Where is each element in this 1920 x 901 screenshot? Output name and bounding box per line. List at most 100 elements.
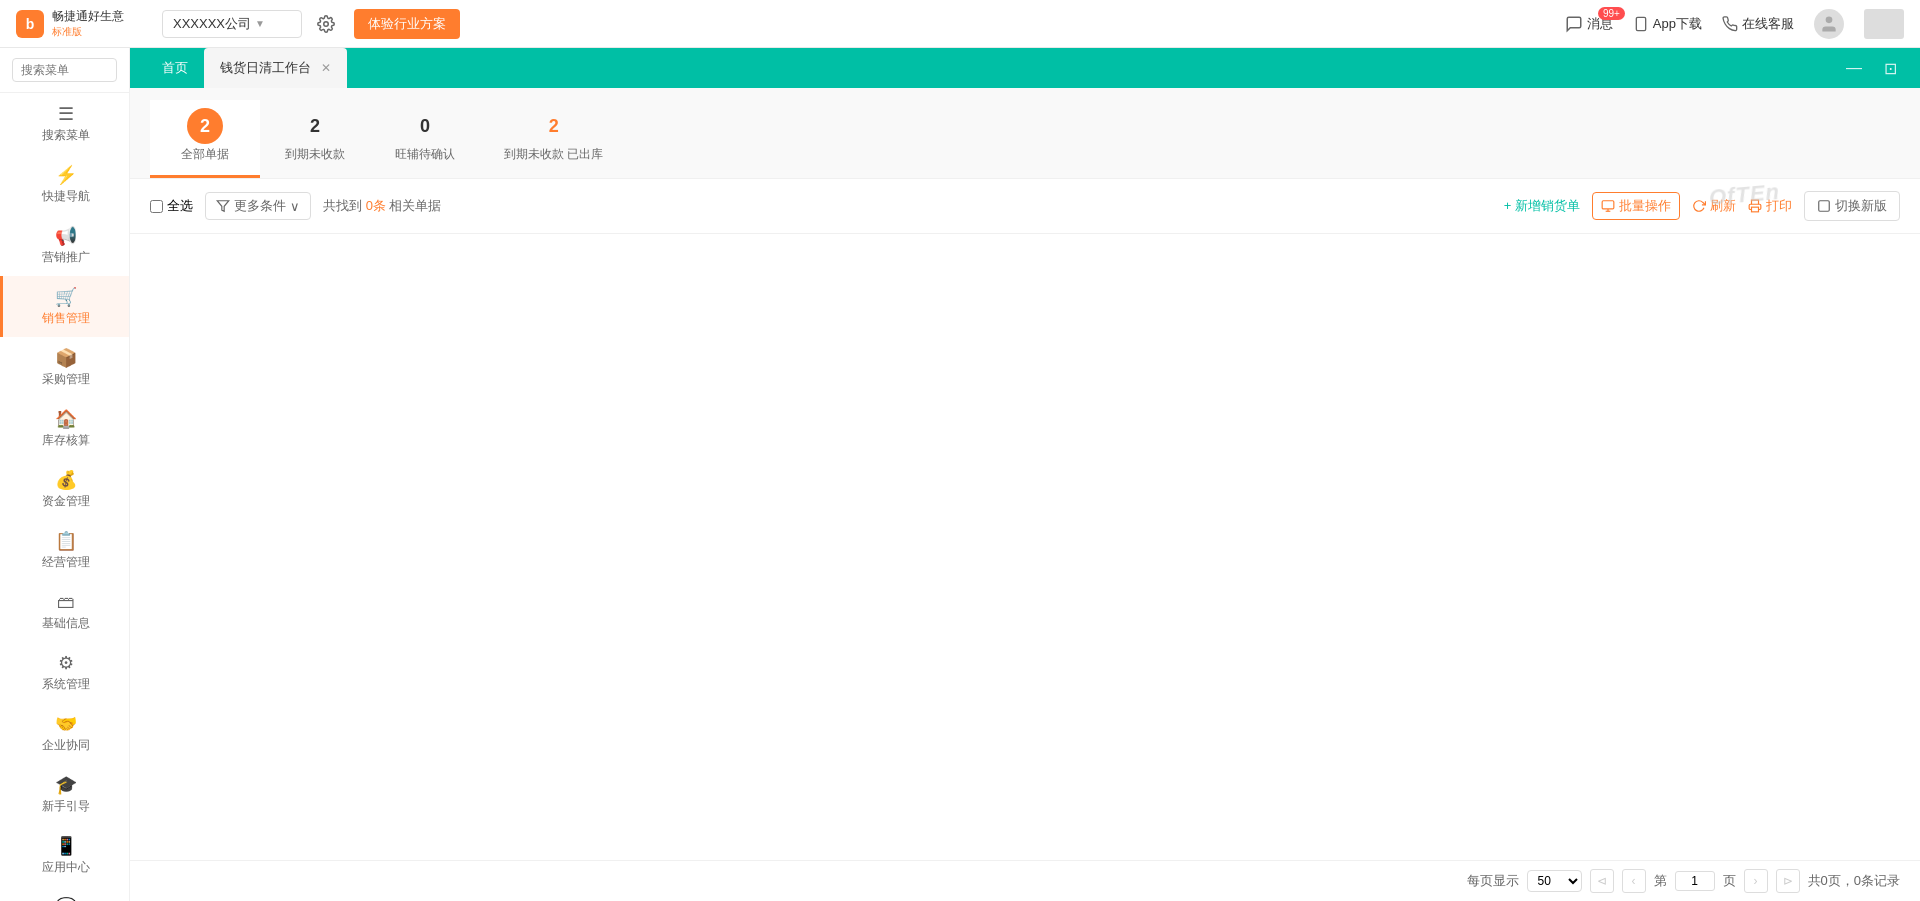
next-page-button[interactable]: › — [1744, 869, 1768, 893]
prev-page-button[interactable]: ‹ — [1622, 869, 1646, 893]
last-page-button[interactable]: ⊳ — [1776, 869, 1800, 893]
stat-tab-all[interactable]: 2 全部单据 — [150, 100, 260, 178]
sales-icon: 🛒 — [55, 288, 77, 306]
switch-version-button[interactable]: 切换新版 — [1804, 191, 1900, 221]
found-count: 0条 — [366, 198, 386, 213]
guide-icon: 🎓 — [55, 776, 77, 794]
sidebar: ☰ 搜索菜单 ⚡ 快捷导航 📢 营销推广 🛒 销售管理 📦 采购管理 🏠 库存核… — [0, 48, 130, 901]
svg-rect-9 — [1819, 201, 1830, 212]
logo-area: b 畅捷通好生意 标准版 — [16, 9, 146, 38]
pagination-bar: 每页显示 50 100 200 ⊲ ‹ 第 页 › ⊳ 共0页，0条记录 — [130, 860, 1920, 901]
select-all-checkbox[interactable]: 全选 — [150, 197, 193, 215]
company-selector[interactable]: XXXXXX公司 ▼ — [162, 10, 302, 38]
system-icon: ⚙ — [58, 654, 74, 672]
svg-point-0 — [324, 21, 329, 26]
sidebar-item-inventory[interactable]: 🏠 库存核算 — [0, 398, 129, 459]
avatar[interactable] — [1814, 9, 1844, 39]
stat-tab-shipped[interactable]: 2 到期未收款 已出库 — [480, 100, 627, 178]
enterprise-icon: 🤝 — [55, 715, 77, 733]
stat-overdue-num: 2 — [297, 108, 333, 144]
message-button[interactable]: 消息 99+ — [1565, 15, 1613, 33]
svg-point-3 — [1826, 16, 1833, 23]
page-suffix: 页 — [1723, 872, 1736, 890]
total-records-label: 共0页，0条记录 — [1808, 872, 1900, 890]
filter-arrow: ∨ — [290, 199, 300, 214]
sidebar-search-area — [0, 48, 129, 93]
stat-tab-wangfu[interactable]: 0 旺辅待确认 — [370, 100, 480, 178]
content-area: 2 全部单据 2 到期未收款 0 旺辅待确认 2 到期未收款 已出库 — [130, 88, 1920, 901]
main-layout: ☰ 搜索菜单 ⚡ 快捷导航 📢 营销推广 🛒 销售管理 📦 采购管理 🏠 库存核… — [0, 48, 1920, 901]
stat-wangfu-label: 旺辅待确认 — [395, 146, 455, 163]
sidebar-item-system[interactable]: ⚙ 系统管理 — [0, 642, 129, 703]
operation-icon: 📋 — [55, 532, 77, 550]
toolbar: 全选 更多条件 ∨ 共找到 0条 相关单据 — [130, 179, 1920, 234]
main-content: 首页 钱货日清工作台 ✕ — ⊡ 2 全部单据 2 到期未收款 — [130, 48, 1920, 901]
svg-rect-5 — [1602, 201, 1614, 209]
inventory-icon: 🏠 — [55, 410, 77, 428]
sidebar-item-appstore[interactable]: 📱 应用中心 — [0, 825, 129, 886]
first-page-button[interactable]: ⊲ — [1590, 869, 1614, 893]
tab-bar-actions: — ⊡ — [1840, 54, 1904, 82]
stat-shipped-label: 到期未收款 已出库 — [504, 146, 603, 163]
sidebar-item-operation[interactable]: 📋 经营管理 — [0, 520, 129, 581]
finance-icon: 💰 — [55, 471, 77, 489]
sidebar-item-search[interactable]: ☰ 搜索菜单 — [0, 93, 129, 154]
sidebar-item-marketing[interactable]: 📢 营销推广 — [0, 215, 129, 276]
sidebar-item-enterprise[interactable]: 🤝 企业协同 — [0, 703, 129, 764]
quicknav-icon: ⚡ — [55, 166, 77, 184]
online-service-button[interactable]: 在线客服 — [1722, 15, 1794, 33]
tab-close-button[interactable]: ✕ — [321, 61, 331, 75]
refresh-button[interactable]: 刷新 — [1692, 197, 1736, 215]
basic-info-icon: 🗃 — [57, 593, 75, 611]
add-sales-order-button[interactable]: + 新增销货单 — [1504, 197, 1580, 215]
stat-overdue-label: 到期未收款 — [285, 146, 345, 163]
company-dropdown-arrow: ▼ — [255, 18, 265, 29]
header-right: 消息 99+ App下载 在线客服 — [1565, 9, 1904, 39]
tab-work-station[interactable]: 钱货日清工作台 ✕ — [204, 48, 347, 88]
table-area — [130, 234, 1920, 860]
stat-all-label: 全部单据 — [181, 146, 229, 163]
svg-rect-8 — [1752, 207, 1759, 212]
print-icon — [1748, 199, 1762, 213]
search-input[interactable] — [12, 58, 117, 82]
print-button[interactable]: 打印 — [1748, 197, 1792, 215]
stat-all-num: 2 — [187, 108, 223, 144]
sidebar-item-guide[interactable]: 🎓 新手引导 — [0, 764, 129, 825]
settings-button[interactable] — [310, 8, 342, 40]
svg-rect-1 — [1636, 17, 1645, 30]
batch-operation-button[interactable]: 批量操作 — [1592, 192, 1680, 220]
page-input[interactable] — [1675, 871, 1715, 891]
top-header: b 畅捷通好生意 标准版 XXXXXX公司 ▼ 体验行业方案 消息 99+ — [0, 0, 1920, 48]
toolbar-right: + 新增销货单 批量操作 — [1504, 191, 1900, 221]
per-page-label: 每页显示 — [1467, 872, 1519, 890]
toolbar-left: 全选 更多条件 ∨ 共找到 0条 相关单据 — [150, 192, 1492, 220]
found-text: 共找到 0条 相关单据 — [323, 197, 441, 215]
stats-tabs: 2 全部单据 2 到期未收款 0 旺辅待确认 2 到期未收款 已出库 — [130, 88, 1920, 179]
sidebar-item-sales[interactable]: 🛒 销售管理 — [0, 276, 129, 337]
tab-bar: 首页 钱货日清工作台 ✕ — ⊡ — [130, 48, 1920, 88]
select-all-input[interactable] — [150, 200, 163, 213]
switch-icon — [1817, 199, 1831, 213]
logo-icon: b — [16, 10, 44, 38]
appstore-icon: 📱 — [55, 837, 77, 855]
sidebar-item-basic-info[interactable]: 🗃 基础信息 — [0, 581, 129, 642]
refresh-icon — [1692, 199, 1706, 213]
logo-text: 畅捷通好生意 标准版 — [52, 9, 124, 38]
stat-tab-overdue[interactable]: 2 到期未收款 — [260, 100, 370, 178]
user-info[interactable] — [1864, 9, 1904, 39]
sidebar-item-finance[interactable]: 💰 资金管理 — [0, 459, 129, 520]
sidebar-item-enterprise-wechat[interactable]: 💬 企业微信 — [0, 886, 129, 901]
marketing-icon: 📢 — [55, 227, 77, 245]
sidebar-item-purchase[interactable]: 📦 采购管理 — [0, 337, 129, 398]
tab-minimize-button[interactable]: — — [1840, 54, 1868, 82]
app-download-button[interactable]: App下载 — [1633, 15, 1702, 33]
stat-wangfu-num: 0 — [407, 108, 443, 144]
sidebar-item-quicknav[interactable]: ⚡ 快捷导航 — [0, 154, 129, 215]
filter-button[interactable]: 更多条件 ∨ — [205, 192, 311, 220]
per-page-select[interactable]: 50 100 200 — [1527, 870, 1582, 892]
svg-marker-4 — [217, 201, 229, 212]
message-badge: 99+ — [1598, 7, 1625, 20]
tab-home[interactable]: 首页 — [146, 48, 204, 88]
tab-expand-button[interactable]: ⊡ — [1876, 54, 1904, 82]
experience-button[interactable]: 体验行业方案 — [354, 9, 460, 39]
